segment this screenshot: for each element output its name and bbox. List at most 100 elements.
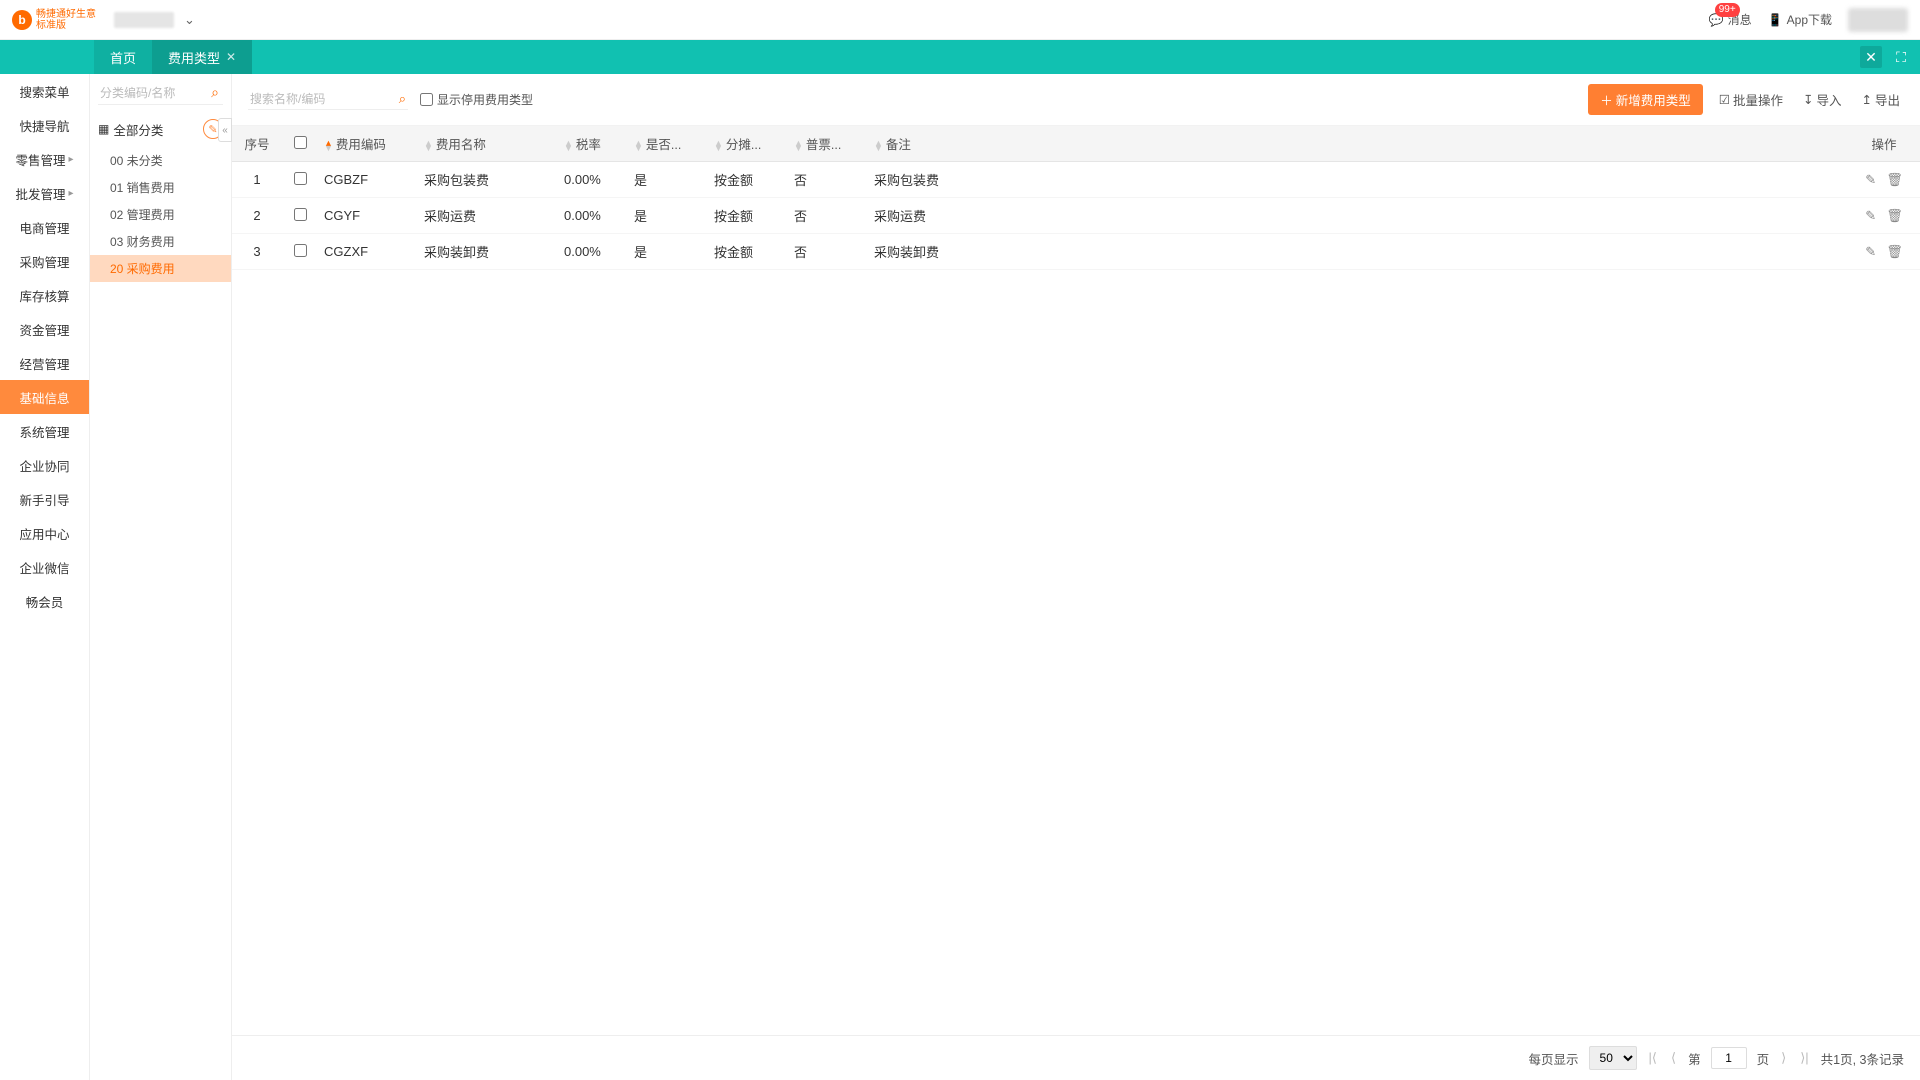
import-button[interactable]: ↧ 导入 [1799,86,1846,113]
nav-item[interactable]: 快捷导航 [0,108,89,142]
row-checkbox[interactable] [294,208,307,221]
nav-item[interactable]: 畅会员 [0,584,89,618]
add-button-label: 新增费用类型 [1616,90,1691,109]
th-invoice[interactable]: ▲▼普票... [788,126,868,162]
content-area: ⌕ 显示停用费用类型 ＋ 新增费用类型 ☑ 批量操作 ↧ 导入 ↥ 导出 [232,74,1920,1080]
per-page-select[interactable]: 50 [1589,1046,1637,1070]
row-checkbox[interactable] [294,244,307,257]
user-menu[interactable] [1848,8,1908,32]
first-page-button[interactable]: |⟨ [1647,1050,1659,1066]
row-checkbox[interactable] [294,172,307,185]
delete-icon[interactable]: 🗑 [1886,172,1903,188]
plus-icon: ＋ [1600,90,1613,109]
main-area: 搜索菜单快捷导航零售管理▸批发管理▸电商管理采购管理库存核算资金管理经营管理基础… [0,74,1920,1080]
category-item[interactable]: 00 未分类 [90,147,231,174]
next-page-button[interactable]: ⟩ [1779,1050,1788,1066]
th-yesno[interactable]: ▲▼是否... [628,126,708,162]
edit-icon[interactable]: ✎ [1865,244,1876,260]
select-all-checkbox[interactable] [294,136,307,149]
show-disabled-input[interactable] [420,93,433,106]
nav-item-label: 资金管理 [19,320,69,339]
tab-home[interactable]: 首页 [94,40,152,74]
nav-item-label: 畅会员 [26,592,64,611]
delete-icon[interactable]: 🗑 [1886,208,1903,224]
close-icon[interactable]: ✕ [226,50,236,64]
category-item[interactable]: 20 采购费用 [90,255,231,282]
th-rate[interactable]: ▲▼税率 [558,126,628,162]
th-index[interactable]: 序号 [232,126,282,162]
category-header[interactable]: ▦ 全部分类 ✎ [90,113,231,145]
cell-rate: 0.00% [558,162,628,198]
add-expense-type-button[interactable]: ＋ 新增费用类型 [1588,84,1703,115]
cell-rate: 0.00% [558,198,628,234]
category-search-input[interactable] [98,82,223,105]
caret-right-icon: ▸ [68,188,73,199]
search-icon[interactable]: ⌕ [211,84,219,101]
category-list: 00 未分类01 销售费用02 管理费用03 财务费用20 采购费用 [90,145,231,284]
org-selector[interactable]: ⌄ [104,8,205,32]
batch-operate-button[interactable]: ☑ 批量操作 [1715,86,1787,113]
nav-item-label: 批发管理 [15,184,65,203]
logo-icon: b [12,10,32,30]
nav-item[interactable]: 基础信息 [0,380,89,414]
chevron-left-icon: « [222,125,228,136]
nav-item[interactable]: 新手引导 [0,482,89,516]
nav-item-label: 电商管理 [19,218,69,237]
nav-item[interactable]: 采购管理 [0,244,89,278]
page-input[interactable] [1711,1047,1747,1069]
th-name[interactable]: ▲▼费用名称 [418,126,558,162]
category-panel: ⌕ « ▦ 全部分类 ✎ 00 未分类01 销售费用02 管理费用03 财务费用… [90,74,232,1080]
close-all-tabs-button[interactable]: ✕ [1860,46,1882,68]
nav-item[interactable]: 系统管理 [0,414,89,448]
collapse-panel-button[interactable]: « [218,118,232,142]
page-prefix: 第 [1688,1049,1701,1068]
prev-page-button[interactable]: ⟨ [1669,1050,1678,1066]
close-icon: ✕ [1865,49,1877,66]
nav-item-label: 采购管理 [19,252,69,271]
pagination: 每页显示 50 |⟨ ⟨ 第 页 ⟩ ⟩| 共1页, 3条记录 [232,1035,1920,1080]
cell-invoice: 否 [788,162,868,198]
th-remark[interactable]: ▲▼备注 [868,126,1848,162]
nav-item-label: 经营管理 [19,354,69,373]
category-item[interactable]: 02 管理费用 [90,201,231,228]
nav-item[interactable]: 企业微信 [0,550,89,584]
nav-item[interactable]: 批发管理▸ [0,176,89,210]
category-item[interactable]: 01 销售费用 [90,174,231,201]
tab-expense-type[interactable]: 费用类型 ✕ [152,40,252,74]
delete-icon[interactable]: 🗑 [1886,244,1903,260]
edit-icon[interactable]: ✎ [1865,208,1876,224]
nav-item-label: 应用中心 [19,524,69,543]
search-icon[interactable]: ⌕ [399,91,406,107]
last-page-button[interactable]: ⟩| [1798,1050,1810,1066]
app-download-button[interactable]: 📱 App下载 [1768,11,1832,28]
th-code[interactable]: ▲▼费用编码 [318,126,418,162]
th-operation: 操作 [1848,126,1920,162]
table-search-input[interactable] [248,89,408,110]
nav-item[interactable]: 经营管理 [0,346,89,380]
nav-item[interactable]: 资金管理 [0,312,89,346]
cell-code: CGBZF [318,162,418,198]
brand-edition: 标准版 [36,20,96,31]
cell-operations: ✎🗑 [1848,198,1920,234]
nav-item[interactable]: 企业协同 [0,448,89,482]
fullscreen-button[interactable]: ⛶ [1890,46,1912,68]
caret-right-icon: ▸ [68,154,73,165]
batch-label: 批量操作 [1733,90,1783,109]
download-label: App下载 [1787,11,1832,28]
page-suffix: 页 [1757,1049,1770,1068]
category-item[interactable]: 03 财务费用 [90,228,231,255]
export-button[interactable]: ↥ 导出 [1858,86,1905,113]
nav-item[interactable]: 库存核算 [0,278,89,312]
nav-item[interactable]: 电商管理 [0,210,89,244]
cell-code: CGZXF [318,234,418,270]
show-disabled-checkbox[interactable]: 显示停用费用类型 [420,91,533,108]
import-label: 导入 [1816,90,1841,109]
table-wrap[interactable]: 序号 ▲▼费用编码 ▲▼费用名称 ▲▼税率 ▲▼是否... ▲▼分摊... ▲▼… [232,126,1920,1035]
nav-item[interactable]: 应用中心 [0,516,89,550]
messages-button[interactable]: 💬 消息 99+ [1709,11,1752,28]
nav-item[interactable]: 零售管理▸ [0,142,89,176]
cell-index: 3 [232,234,282,270]
th-allocation[interactable]: ▲▼分摊... [708,126,788,162]
nav-item[interactable]: 搜索菜单 [0,74,89,108]
edit-icon[interactable]: ✎ [1865,172,1876,188]
